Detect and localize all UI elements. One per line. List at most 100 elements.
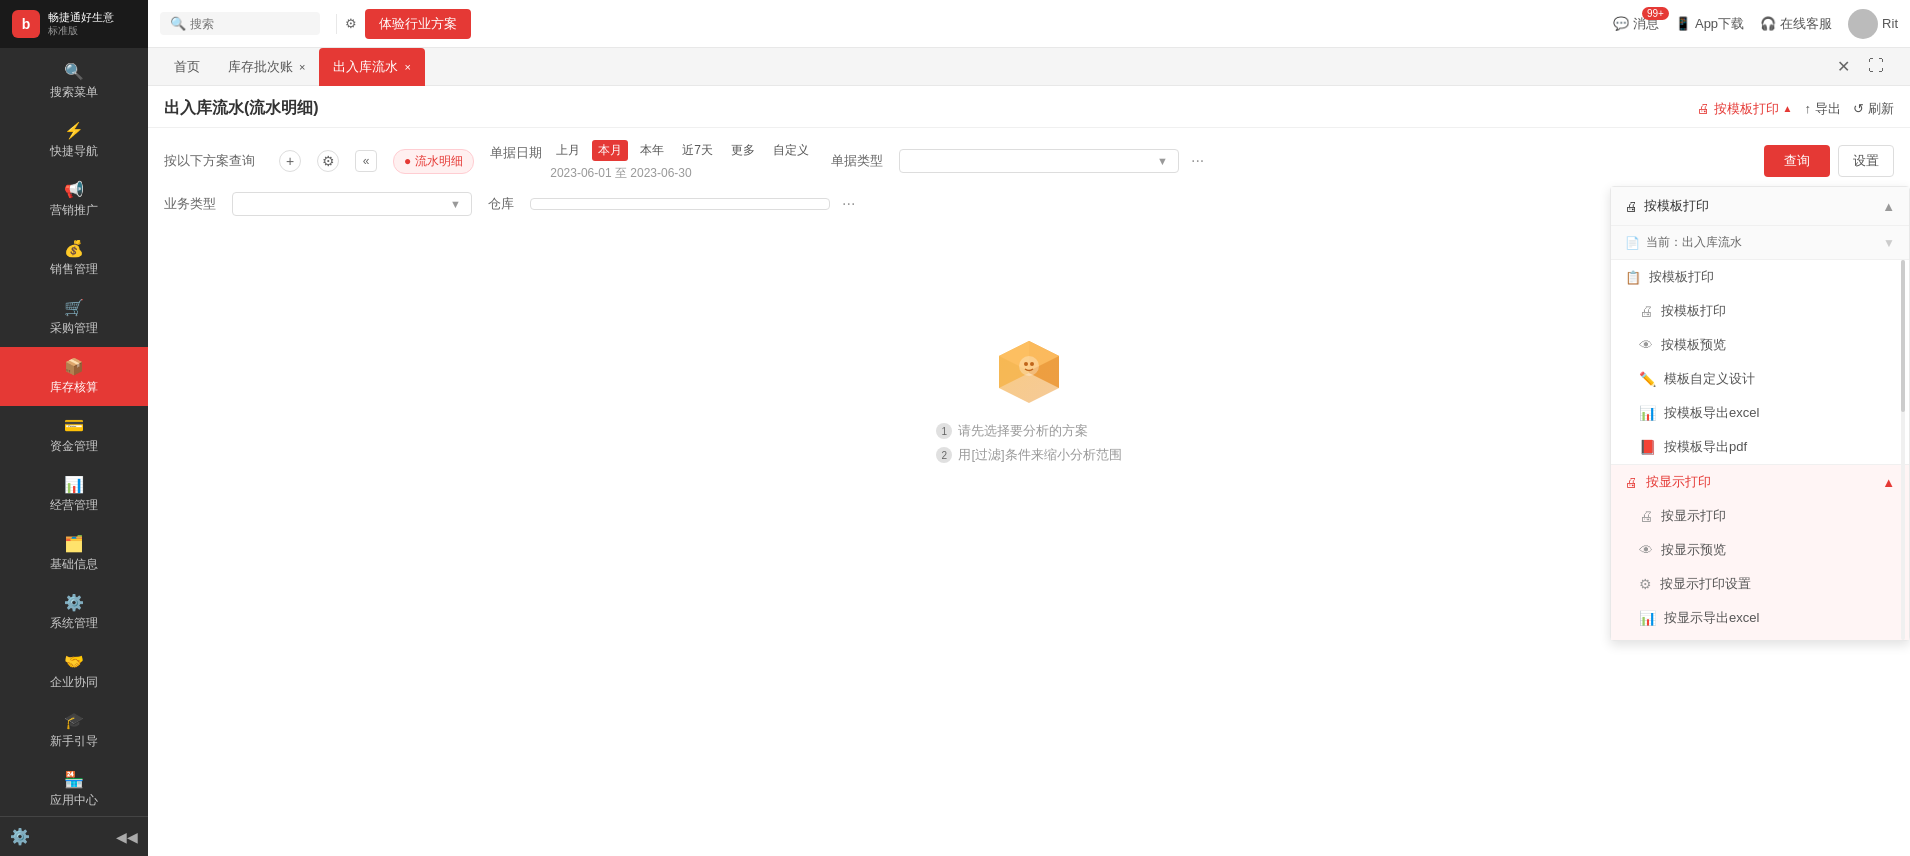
- page-header: 出入库流水(流水明细) 🖨 按模板打印 ▲ ↑ 导出 ↺ 刷新: [148, 86, 1910, 128]
- current-arrow: ▼: [1883, 236, 1895, 250]
- sidebar-label-finance: 资金管理: [50, 438, 98, 455]
- sidebar-item-system[interactable]: ⚙️系统管理: [0, 583, 148, 642]
- app-download-item[interactable]: 📱 App下载: [1675, 15, 1744, 33]
- topbar-right: 💬 消息 99+ 📱 App下载 🎧 在线客服 Rit: [1613, 9, 1898, 39]
- export-btn[interactable]: ↑ 导出: [1805, 100, 1842, 118]
- item-label-display-preview: 按显示预览: [1661, 541, 1726, 559]
- sidebar-label-sales: 销售管理: [50, 261, 98, 278]
- hint-item-2: 2 用[过滤]条件来缩小分析范围: [936, 446, 1121, 464]
- search-input[interactable]: [190, 17, 310, 31]
- sidebar-item-basic[interactable]: 🗂️基础信息: [0, 524, 148, 583]
- dropdown-item-template-export-pdf[interactable]: 📕按模板导出pdf: [1611, 430, 1909, 464]
- tab-label-batch: 库存批次账: [228, 58, 293, 76]
- item-label-template-export-pdf: 按模板导出pdf: [1664, 438, 1747, 456]
- search-box[interactable]: 🔍: [160, 12, 320, 35]
- message-item[interactable]: 💬 消息 99+: [1613, 15, 1659, 33]
- filter-add-btn[interactable]: +: [279, 150, 301, 172]
- dropdown-item-display-preview[interactable]: 👁按显示预览: [1611, 533, 1909, 567]
- sidebar-item-marketing[interactable]: 📢营销推广: [0, 170, 148, 229]
- business-type-select[interactable]: ▼: [232, 192, 472, 216]
- dropdown-item-display-export-excel[interactable]: 📊按显示导出excel: [1611, 601, 1909, 635]
- sidebar-item-corp[interactable]: 🤝企业协同: [0, 642, 148, 701]
- maximize-btn[interactable]: ⛶: [1862, 55, 1890, 78]
- sidebar-icon-inventory: 📦: [64, 357, 84, 376]
- date-tab-上月[interactable]: 上月: [550, 140, 586, 161]
- sidebar-item-inventory[interactable]: 📦库存核算: [0, 347, 148, 406]
- date-field-label: 单据日期: [490, 140, 542, 166]
- dropdown-item-display-print-settings[interactable]: ⚙按显示打印设置: [1611, 567, 1909, 601]
- message-icon: 💬: [1613, 16, 1629, 31]
- filter-chip-icon: ●: [404, 154, 411, 168]
- dropdown-item-template-custom[interactable]: ✏️模板自定义设计: [1611, 362, 1909, 396]
- filter-action-btns: 查询 设置: [1764, 145, 1894, 177]
- sidebar-label-operations: 经营管理: [50, 497, 98, 514]
- dropdown-section-header-template-print[interactable]: 📋按模板打印: [1611, 260, 1909, 294]
- close-tab-btn[interactable]: ✕: [1831, 55, 1856, 78]
- dropdown-item-template-preview[interactable]: 👁按模板预览: [1611, 328, 1909, 362]
- sidebar-label-corp: 企业协同: [50, 674, 98, 691]
- date-tab-自定义[interactable]: 自定义: [767, 140, 815, 161]
- tabs-actions: ✕ ⛶: [1831, 55, 1890, 78]
- filter-settings-btn[interactable]: ⚙: [317, 150, 339, 172]
- dropdown-close-icon[interactable]: ▲: [1882, 199, 1895, 214]
- sidebar-item-operations[interactable]: 📊经营管理: [0, 465, 148, 524]
- customer-service-item[interactable]: 🎧 在线客服: [1760, 15, 1832, 33]
- doc-type-group: 单据类型 ▼ ···: [831, 149, 1748, 173]
- sidebar-icon-quicknav: ⚡: [64, 121, 84, 140]
- hint-text-2: 用[过滤]条件来缩小分析范围: [958, 446, 1121, 464]
- date-filter: 上月本月本年近7天更多自定义 2023-06-01 至 2023-06-30: [550, 140, 815, 182]
- warehouse-select[interactable]: [530, 198, 830, 210]
- refresh-btn[interactable]: ↺ 刷新: [1853, 100, 1894, 118]
- date-tab-近7天[interactable]: 近7天: [676, 140, 719, 161]
- dropdown-item-template-print-item[interactable]: 🖨按模板打印: [1611, 294, 1909, 328]
- filter-collapse-btn[interactable]: «: [355, 150, 377, 172]
- dropdown-item-display-export-pdf[interactable]: 📕按显示导出pdf: [1611, 635, 1909, 640]
- dropdown-section-header-display-print[interactable]: 🖨按显示打印▲: [1611, 465, 1909, 499]
- sidebar-item-quicknav[interactable]: ⚡快捷导航: [0, 111, 148, 170]
- tab-flow[interactable]: 出入库流水×: [319, 48, 424, 86]
- settings-btn[interactable]: 设置: [1838, 145, 1894, 177]
- tab-batch[interactable]: 库存批次账 ×: [214, 48, 319, 86]
- doc-type-select[interactable]: ▼: [899, 149, 1179, 173]
- sidebar-item-guide[interactable]: 🎓新手引导: [0, 701, 148, 760]
- dropdown-item-display-print-item[interactable]: 🖨按显示打印: [1611, 499, 1909, 533]
- query-btn[interactable]: 查询: [1764, 145, 1830, 177]
- warehouse-more-icon[interactable]: ···: [842, 195, 855, 213]
- sidebar: b 畅捷通好生意 标准版 🔍搜索菜单⚡快捷导航📢营销推广💰销售管理🛒采购管理📦库…: [0, 0, 148, 856]
- export-icon: ↑: [1805, 101, 1812, 116]
- refresh-label: 刷新: [1868, 100, 1894, 118]
- sidebar-item-finance[interactable]: 💳资金管理: [0, 406, 148, 465]
- dropdown-section-display-print: 🖨按显示打印▲🖨按显示打印👁按显示预览⚙按显示打印设置📊按显示导出excel📕按…: [1611, 465, 1909, 640]
- sidebar-item-search[interactable]: 🔍搜索菜单: [0, 52, 148, 111]
- item-label-template-custom: 模板自定义设计: [1664, 370, 1755, 388]
- section-icon-template-print: 📋: [1625, 270, 1641, 285]
- settings-icon[interactable]: ⚙️: [10, 827, 30, 846]
- industry-btn[interactable]: 体验行业方案: [365, 9, 471, 39]
- business-type-label: 业务类型: [164, 195, 216, 213]
- tab-close-batch[interactable]: ×: [299, 61, 305, 73]
- page-header-actions: 🖨 按模板打印 ▲ ↑ 导出 ↺ 刷新: [1697, 100, 1894, 118]
- dropdown-header: 🖨 按模板打印 ▲: [1611, 187, 1909, 226]
- tab-home[interactable]: 首页: [160, 48, 214, 86]
- filter-chip[interactable]: ● 流水明细: [393, 149, 474, 174]
- date-tab-更多[interactable]: 更多: [725, 140, 761, 161]
- dropdown-panel: 🖨 按模板打印 ▲ 📄 当前：出入库流水 ▼ 📋按模板打印🖨按模板打印👁按模板预…: [1610, 186, 1910, 641]
- sidebar-item-purchase[interactable]: 🛒采购管理: [0, 288, 148, 347]
- date-tab-本年[interactable]: 本年: [634, 140, 670, 161]
- topbar-gear-icon[interactable]: ⚙: [345, 16, 357, 31]
- sidebar-item-sales[interactable]: 💰销售管理: [0, 229, 148, 288]
- print-template-btn[interactable]: 🖨 按模板打印 ▲: [1697, 100, 1793, 118]
- doc-type-more-icon[interactable]: ···: [1191, 152, 1204, 170]
- date-tab-本月[interactable]: 本月: [592, 140, 628, 161]
- user-avatar-item[interactable]: Rit: [1848, 9, 1898, 39]
- collapse-sidebar-icon[interactable]: ◀◀: [116, 829, 138, 845]
- refresh-icon: ↺: [1853, 101, 1864, 116]
- sidebar-icon-marketing: 📢: [64, 180, 84, 199]
- section-label-display-print: 按显示打印: [1646, 473, 1711, 491]
- sidebar-label-guide: 新手引导: [50, 733, 98, 750]
- print-icon: 🖨: [1697, 101, 1710, 116]
- sidebar-item-appstore[interactable]: 🏪应用中心: [0, 760, 148, 816]
- dropdown-item-template-export-excel[interactable]: 📊按模板导出excel: [1611, 396, 1909, 430]
- business-chevron-icon: ▼: [450, 198, 461, 210]
- tab-close-flow[interactable]: ×: [404, 61, 410, 73]
